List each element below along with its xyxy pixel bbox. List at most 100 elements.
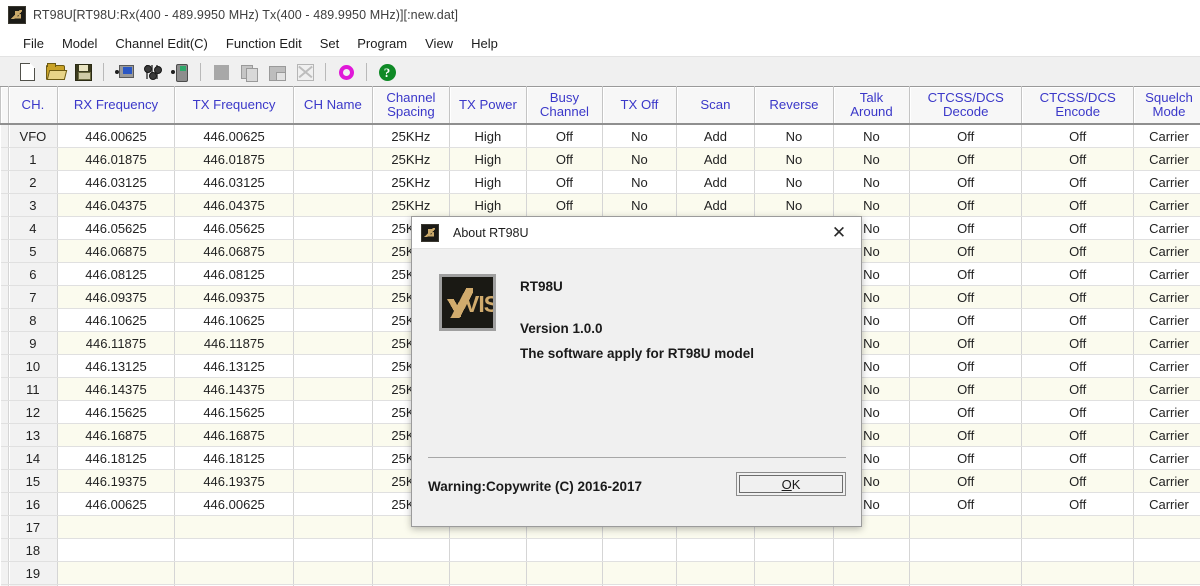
cell-reverse[interactable] <box>754 561 834 585</box>
cell-rx-frequency[interactable] <box>57 561 176 585</box>
cell-talk-around[interactable]: No <box>833 170 910 194</box>
cell-rx-frequency[interactable]: 446.18125 <box>57 446 176 470</box>
cell-ctcss-dcs-encode[interactable]: Off <box>1021 147 1134 171</box>
cell-ch-name[interactable] <box>293 216 373 240</box>
cell-tx-off[interactable]: No <box>602 170 677 194</box>
magenta-circle-button[interactable] <box>333 60 359 84</box>
ok-button[interactable]: OK <box>736 472 846 496</box>
cell-tx-power[interactable]: High <box>449 193 527 217</box>
cell-ch[interactable]: 12 <box>8 400 58 424</box>
cell-tx-frequency[interactable]: 446.04375 <box>174 193 294 217</box>
table-row[interactable]: 2 446.03125 446.03125 25KHz High Off No Add No No… <box>0 170 1200 194</box>
cell-ctcss-dcs-decode[interactable]: Off <box>909 216 1023 240</box>
cell-ch[interactable]: 9 <box>8 331 58 355</box>
cell-ch-name[interactable] <box>293 331 373 355</box>
cell-tx-frequency[interactable]: 446.00625 <box>174 124 294 148</box>
cell-ch[interactable]: 2 <box>8 170 58 194</box>
cell-rx-frequency[interactable] <box>57 515 176 539</box>
col-header-scan[interactable]: Scan <box>675 86 755 125</box>
cell-tx-off[interactable]: No <box>602 193 677 217</box>
cell-squelch-mode[interactable] <box>1133 538 1200 562</box>
cell-tx-frequency[interactable]: 446.00625 <box>174 492 294 516</box>
cell-rx-frequency[interactable]: 446.05625 <box>57 216 176 240</box>
cell-squelch-mode[interactable]: Carrier <box>1133 170 1200 194</box>
menu-item-help[interactable]: Help <box>462 34 507 53</box>
cell-tx-frequency[interactable] <box>174 515 294 539</box>
cell-ch-name[interactable] <box>293 446 373 470</box>
col-header-tx-frequency[interactable]: TX Frequency <box>174 86 294 125</box>
cell-ctcss-dcs-decode[interactable] <box>909 538 1023 562</box>
cell-ch[interactable]: 10 <box>8 354 58 378</box>
cell-ch[interactable]: 6 <box>8 262 58 286</box>
cell-rx-frequency[interactable] <box>57 538 176 562</box>
cell-ctcss-dcs-decode[interactable]: Off <box>909 331 1023 355</box>
cell-tx-off[interactable] <box>602 538 677 562</box>
cell-tx-power[interactable]: High <box>449 170 527 194</box>
cell-busy-channel[interactable]: Off <box>526 193 603 217</box>
cell-ctcss-dcs-encode[interactable]: Off <box>1021 262 1134 286</box>
cell-squelch-mode[interactable]: Carrier <box>1133 239 1200 263</box>
cell-squelch-mode[interactable]: Carrier <box>1133 469 1200 493</box>
cell-tx-frequency[interactable]: 446.01875 <box>174 147 294 171</box>
col-header-ch[interactable]: CH. <box>8 86 58 125</box>
cell-tx-frequency[interactable] <box>174 538 294 562</box>
cell-ctcss-dcs-decode[interactable]: Off <box>909 262 1023 286</box>
cell-reverse[interactable]: No <box>754 193 834 217</box>
cell-ch-name[interactable] <box>293 377 373 401</box>
cell-channel-spacing[interactable]: 25KHz <box>372 170 450 194</box>
cell-tx-power[interactable]: High <box>449 147 527 171</box>
cell-ch-name[interactable] <box>293 147 373 171</box>
cell-ctcss-dcs-decode[interactable]: Off <box>909 308 1023 332</box>
cell-ctcss-dcs-decode[interactable]: Off <box>909 423 1023 447</box>
cell-reverse[interactable]: No <box>754 170 834 194</box>
cell-talk-around[interactable] <box>833 561 910 585</box>
cell-tx-frequency[interactable]: 446.08125 <box>174 262 294 286</box>
cell-ctcss-dcs-encode[interactable]: Off <box>1021 400 1134 424</box>
cell-tx-power[interactable] <box>449 538 527 562</box>
col-header-talk-around[interactable]: Talk Around <box>832 86 910 125</box>
cell-reverse[interactable]: No <box>754 147 834 171</box>
cell-rx-frequency[interactable]: 446.03125 <box>57 170 176 194</box>
cell-ch-name[interactable] <box>293 515 373 539</box>
cell-tx-frequency[interactable]: 446.13125 <box>174 354 294 378</box>
cell-ctcss-dcs-encode[interactable]: Off <box>1021 446 1134 470</box>
cell-rx-frequency[interactable]: 446.06875 <box>57 239 176 263</box>
cell-ch[interactable]: 1 <box>8 147 58 171</box>
table-row[interactable]: 19 <box>0 561 1200 585</box>
cell-ch[interactable]: 8 <box>8 308 58 332</box>
col-header-reverse[interactable]: Reverse <box>753 86 834 125</box>
cell-rx-frequency[interactable]: 446.10625 <box>57 308 176 332</box>
cell-channel-spacing[interactable] <box>372 538 450 562</box>
cell-scan[interactable] <box>676 538 755 562</box>
cell-ctcss-dcs-encode[interactable]: Off <box>1021 193 1134 217</box>
program-settings-button[interactable] <box>139 60 165 84</box>
table-row[interactable]: 18 <box>0 538 1200 562</box>
cell-rx-frequency[interactable]: 446.00625 <box>57 492 176 516</box>
cell-busy-channel[interactable] <box>526 561 603 585</box>
cell-squelch-mode[interactable]: Carrier <box>1133 400 1200 424</box>
cell-ctcss-dcs-decode[interactable]: Off <box>909 170 1023 194</box>
cell-squelch-mode[interactable]: Carrier <box>1133 193 1200 217</box>
cell-scan[interactable]: Add <box>676 147 755 171</box>
cell-reverse[interactable]: No <box>754 124 834 148</box>
cell-ch-name[interactable] <box>293 285 373 309</box>
cell-ctcss-dcs-encode[interactable]: Off <box>1021 285 1134 309</box>
cell-ch[interactable]: 16 <box>8 492 58 516</box>
col-header-channel-spacing[interactable]: Channel Spacing <box>371 86 450 125</box>
cell-rx-frequency[interactable]: 446.09375 <box>57 285 176 309</box>
cell-tx-frequency[interactable]: 446.10625 <box>174 308 294 332</box>
cell-ch[interactable]: VFO <box>8 123 58 148</box>
cell-squelch-mode[interactable]: Carrier <box>1133 285 1200 309</box>
cell-ch-name[interactable] <box>293 492 373 516</box>
cell-ctcss-dcs-decode[interactable]: Off <box>909 239 1023 263</box>
cell-ctcss-dcs-encode[interactable]: Off <box>1021 423 1134 447</box>
cell-ctcss-dcs-encode[interactable] <box>1021 538 1134 562</box>
cell-squelch-mode[interactable] <box>1133 515 1200 539</box>
cell-squelch-mode[interactable]: Carrier <box>1133 446 1200 470</box>
col-header-busy-channel[interactable]: Busy Channel <box>525 86 603 125</box>
cell-tx-frequency[interactable]: 446.14375 <box>174 377 294 401</box>
cell-ch[interactable]: 3 <box>8 193 58 217</box>
cell-ctcss-dcs-decode[interactable]: Off <box>909 193 1023 217</box>
menu-item-view[interactable]: View <box>416 34 462 53</box>
read-from-radio-button[interactable] <box>111 60 137 84</box>
